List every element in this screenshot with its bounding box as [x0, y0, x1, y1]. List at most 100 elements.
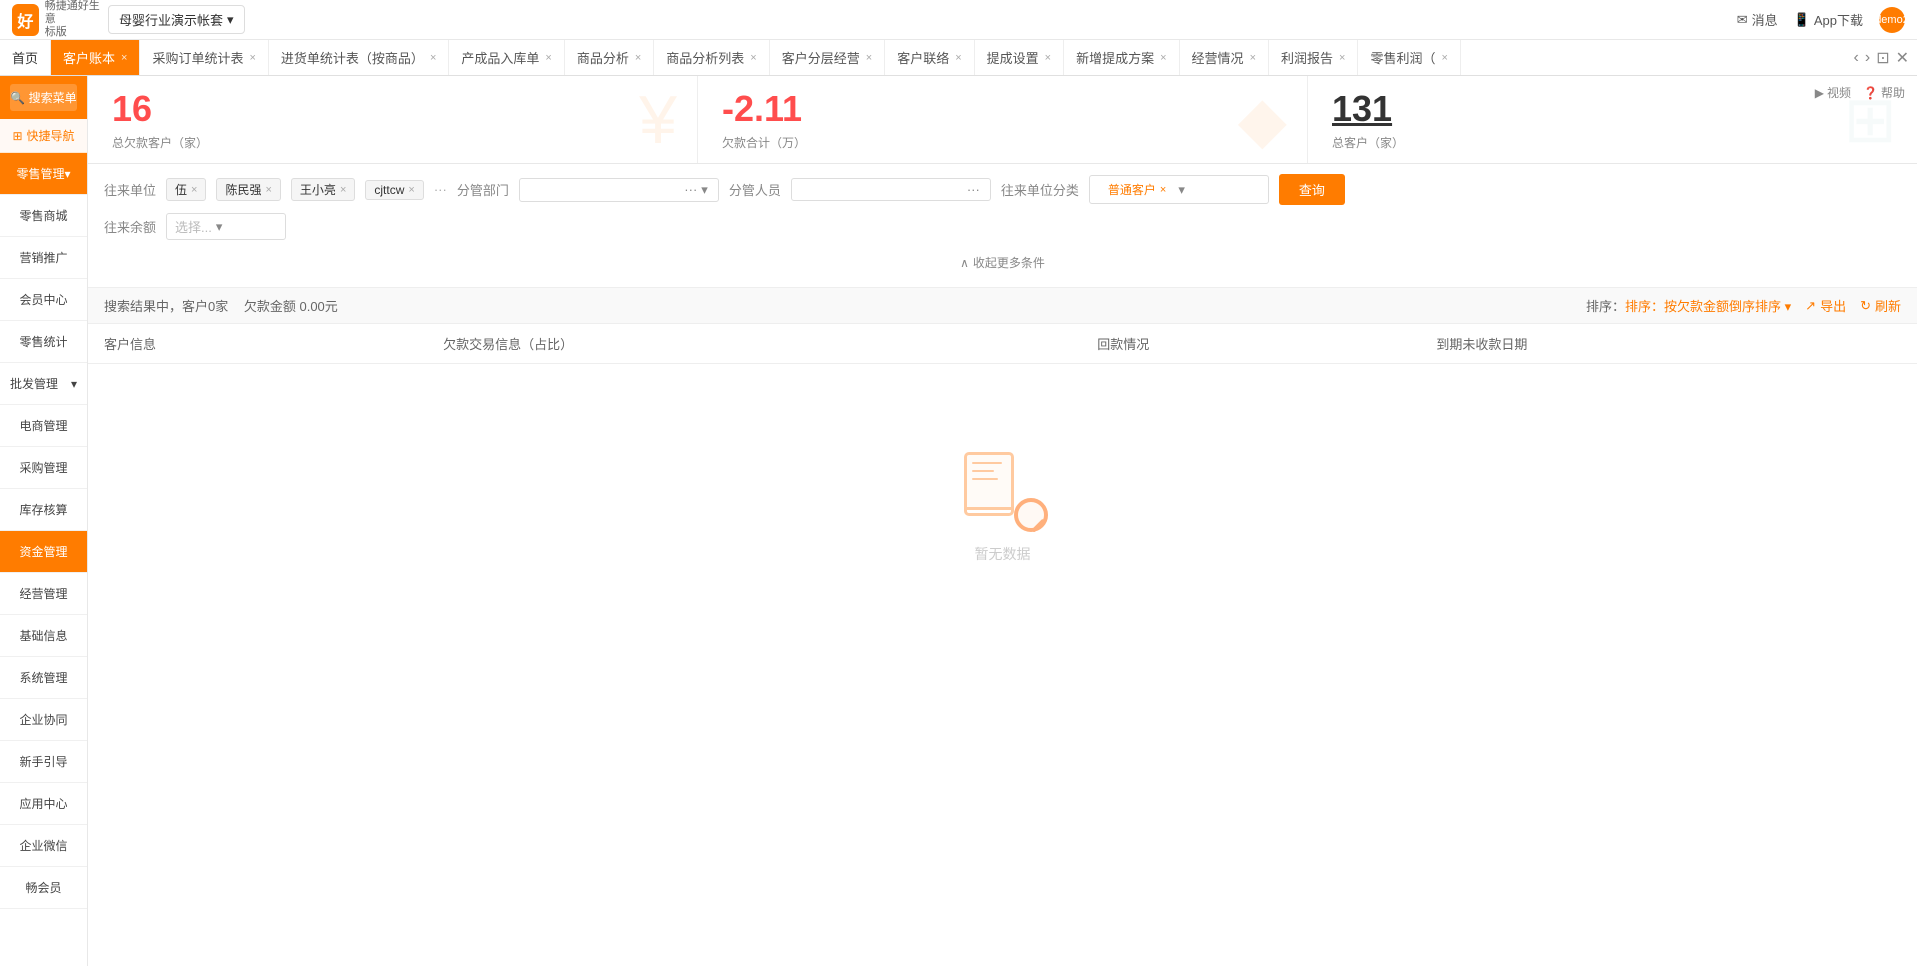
sidebar-item-purchase-mgmt[interactable]: 采购管理 [0, 447, 87, 489]
summary-card-debt-customers: ¥ 16 总欠款客户（家） [88, 76, 698, 163]
tab-cost-inbound[interactable]: 产成品入库单 × [449, 40, 564, 75]
tab-customer-segment[interactable]: 客户分层经营 × [770, 40, 885, 75]
close-icon[interactable]: × [340, 184, 346, 196]
table-header-repayment: 回款情况 [1081, 324, 1420, 364]
search-menu-button[interactable]: 🔍 搜索菜单 [10, 84, 77, 111]
balance-filter-label: 往来余额 [104, 217, 156, 236]
sidebar-item-inventory[interactable]: 库存核算 [0, 489, 87, 531]
sidebar-item-retail-mgmt[interactable]: 零售管理 ▾ [0, 153, 87, 195]
sidebar-item-enterprise-wechat[interactable]: 企业微信 [0, 825, 87, 867]
person-filter-label: 分管人员 [729, 180, 781, 199]
dept-filter-select[interactable]: ··· ▾ [519, 178, 719, 202]
close-icon[interactable]: × [191, 184, 197, 196]
close-icon[interactable]: × [1250, 52, 1256, 64]
tab-new-raise-plan[interactable]: 新增提成方案 × [1064, 40, 1179, 75]
top-bar: 好 畅捷通好生意 标版 母婴行业演示帐套 ▾ ✉ 消息 📱 App下载 demo… [0, 0, 1917, 40]
tab-goods-analysis-list[interactable]: 商品分析列表 × [654, 40, 769, 75]
export-btn[interactable]: ↗ 导出 [1805, 296, 1846, 315]
export-icon: ↗ [1805, 298, 1816, 314]
filter-tag-category[interactable]: 普通客户 × [1100, 179, 1174, 200]
app-download-btn[interactable]: 📱 App下载 [1794, 10, 1863, 29]
sidebar-item-basic-info[interactable]: 基础信息 [0, 615, 87, 657]
total-customers-number: 131 [1332, 88, 1404, 130]
sidebar-item-marketing[interactable]: 营销推广 [0, 237, 87, 279]
chevron-left-icon[interactable]: ‹ [1854, 49, 1859, 67]
sidebar-item-member-vip[interactable]: 畅会员 [0, 867, 87, 909]
chevron-right-icon[interactable]: › [1865, 49, 1870, 67]
doc-icon [964, 452, 1014, 510]
collapse-btn[interactable]: ∧ 收起更多条件 [960, 254, 1045, 271]
sidebar-item-system-mgmt[interactable]: 系统管理 [0, 657, 87, 699]
close-all-icon[interactable]: ✕ [1896, 48, 1909, 68]
summary-card-total-customers: ⊞ 131 总客户（家） [1308, 76, 1917, 163]
tab-purchase-order-stats[interactable]: 采购订单统计表 × [140, 40, 268, 75]
close-icon[interactable]: × [408, 184, 414, 196]
sidebar-item-newbie-guide[interactable]: 新手引导 [0, 741, 87, 783]
person-filter-select[interactable]: ··· [791, 178, 991, 201]
debt-amount-label: 欠款合计（万） [722, 134, 806, 151]
filter-tag-unit-chen[interactable]: 陈民强 × [216, 178, 280, 201]
close-icon[interactable]: × [1339, 52, 1345, 64]
sidebar-item-ecommerce-mgmt[interactable]: 电商管理 [0, 405, 87, 447]
result-actions: 排序：排序：按欠款金额倒序排序 ▾ ↗ 导出 ↻ 刷新 [1586, 296, 1901, 315]
sidebar-item-retail-stats[interactable]: 零售统计 [0, 321, 87, 363]
sidebar-item-app-center[interactable]: 应用中心 [0, 783, 87, 825]
balance-filter-input[interactable]: 选择... ▾ [166, 213, 286, 240]
tab-retail-profit[interactable]: 零售利润（ × [1358, 40, 1460, 75]
user-profile-btn[interactable]: demo2 [1879, 7, 1905, 33]
debt-amount-number: -2.11 [722, 88, 806, 130]
filter-tag-unit-cjttcw[interactable]: cjttcw × [365, 180, 423, 200]
category-filter-select[interactable]: 普通客户 × ▾ [1089, 175, 1269, 204]
sidebar-item-fund-mgmt[interactable]: 资金管理 [0, 531, 87, 573]
close-icon[interactable]: × [1160, 184, 1166, 196]
close-icon[interactable]: × [265, 184, 271, 196]
content-area: ▶ 视频 ❓ 帮助 ¥ 16 总欠款客户（家） ◆ -2.11 [88, 76, 1917, 966]
close-icon[interactable]: × [635, 52, 641, 64]
message-btn[interactable]: ✉ 消息 [1737, 10, 1778, 29]
close-icon[interactable]: × [866, 52, 872, 64]
data-table: 客户信息 欠款交易信息（占比） 回款情况 到期未收款日期 [88, 324, 1917, 644]
close-icon[interactable]: × [1160, 52, 1166, 64]
close-icon[interactable]: × [1045, 52, 1051, 64]
sidebar-item-wholesale-mgmt[interactable]: 批发管理 ▾ [0, 363, 87, 405]
close-icon[interactable]: × [1441, 52, 1447, 64]
tab-customer-contact[interactable]: 客户联络 × [885, 40, 974, 75]
sidebar: 🔍 搜索菜单 ⊞ 快捷导航 零售管理 ▾ 零售商城 营销推广 会员中心 零售统计 [0, 76, 88, 966]
sort-label: 排序：排序：按欠款金额倒序排序 ▾ [1586, 296, 1791, 315]
close-icon[interactable]: × [545, 52, 551, 64]
debt-amount-text: -2.11 欠款合计（万） [722, 88, 806, 151]
tab-profit-report[interactable]: 利润报告 × [1269, 40, 1358, 75]
filter-row-1: 往来单位 伍 × 陈民强 × 王小亮 × cjttcw × ··· [104, 174, 1901, 205]
sidebar-item-retail-mall[interactable]: 零售商城 [0, 195, 87, 237]
chevron-down-icon: ▾ [227, 12, 234, 28]
close-icon[interactable]: × [249, 52, 255, 64]
tab-customer-capital[interactable]: 客户账本 × [51, 40, 140, 75]
sidebar-item-operation-mgmt[interactable]: 经营管理 [0, 573, 87, 615]
doc-bottom-icon [964, 506, 1014, 516]
empty-text: 暂无数据 [975, 544, 1031, 564]
tab-raise-settings[interactable]: 提成设置 × [975, 40, 1064, 75]
query-button[interactable]: 查询 [1279, 174, 1345, 205]
chevron-down-icon6[interactable]: ▾ [1785, 299, 1792, 314]
chevron-down-icon: ▾ [71, 377, 77, 391]
tab-business-status[interactable]: 经营情况 × [1180, 40, 1269, 75]
expand-icon[interactable]: ⊡ [1876, 48, 1889, 68]
tab-inbound-stats[interactable]: 进货单统计表（按商品） × [269, 40, 449, 75]
filter-tag-unit-wang[interactable]: 王小亮 × [291, 178, 355, 201]
filter-actions: ∧ 收起更多条件 [104, 248, 1901, 277]
close-icon[interactable]: × [121, 52, 127, 64]
close-icon[interactable]: × [430, 52, 436, 64]
company-selector[interactable]: 母婴行业演示帐套 ▾ [108, 5, 245, 34]
sidebar-item-member-center[interactable]: 会员中心 [0, 279, 87, 321]
close-icon[interactable]: × [750, 52, 756, 64]
sidebar-item-enterprise-collab[interactable]: 企业协同 [0, 699, 87, 741]
tab-goods-analysis[interactable]: 商品分析 × [565, 40, 654, 75]
filter-tag-unit-default[interactable]: 伍 × [166, 178, 206, 201]
filter-more-btn[interactable]: ··· [434, 182, 447, 197]
refresh-btn[interactable]: ↻ 刷新 [1860, 296, 1901, 315]
quick-nav-button[interactable]: ⊞ 快捷导航 [10, 127, 77, 144]
tab-home[interactable]: 首页 [0, 40, 51, 75]
close-icon[interactable]: × [955, 52, 961, 64]
result-summary: 搜索结果中，客户0家 欠款金额 0.00元 [104, 296, 338, 315]
message-icon: ✉ [1737, 12, 1748, 28]
